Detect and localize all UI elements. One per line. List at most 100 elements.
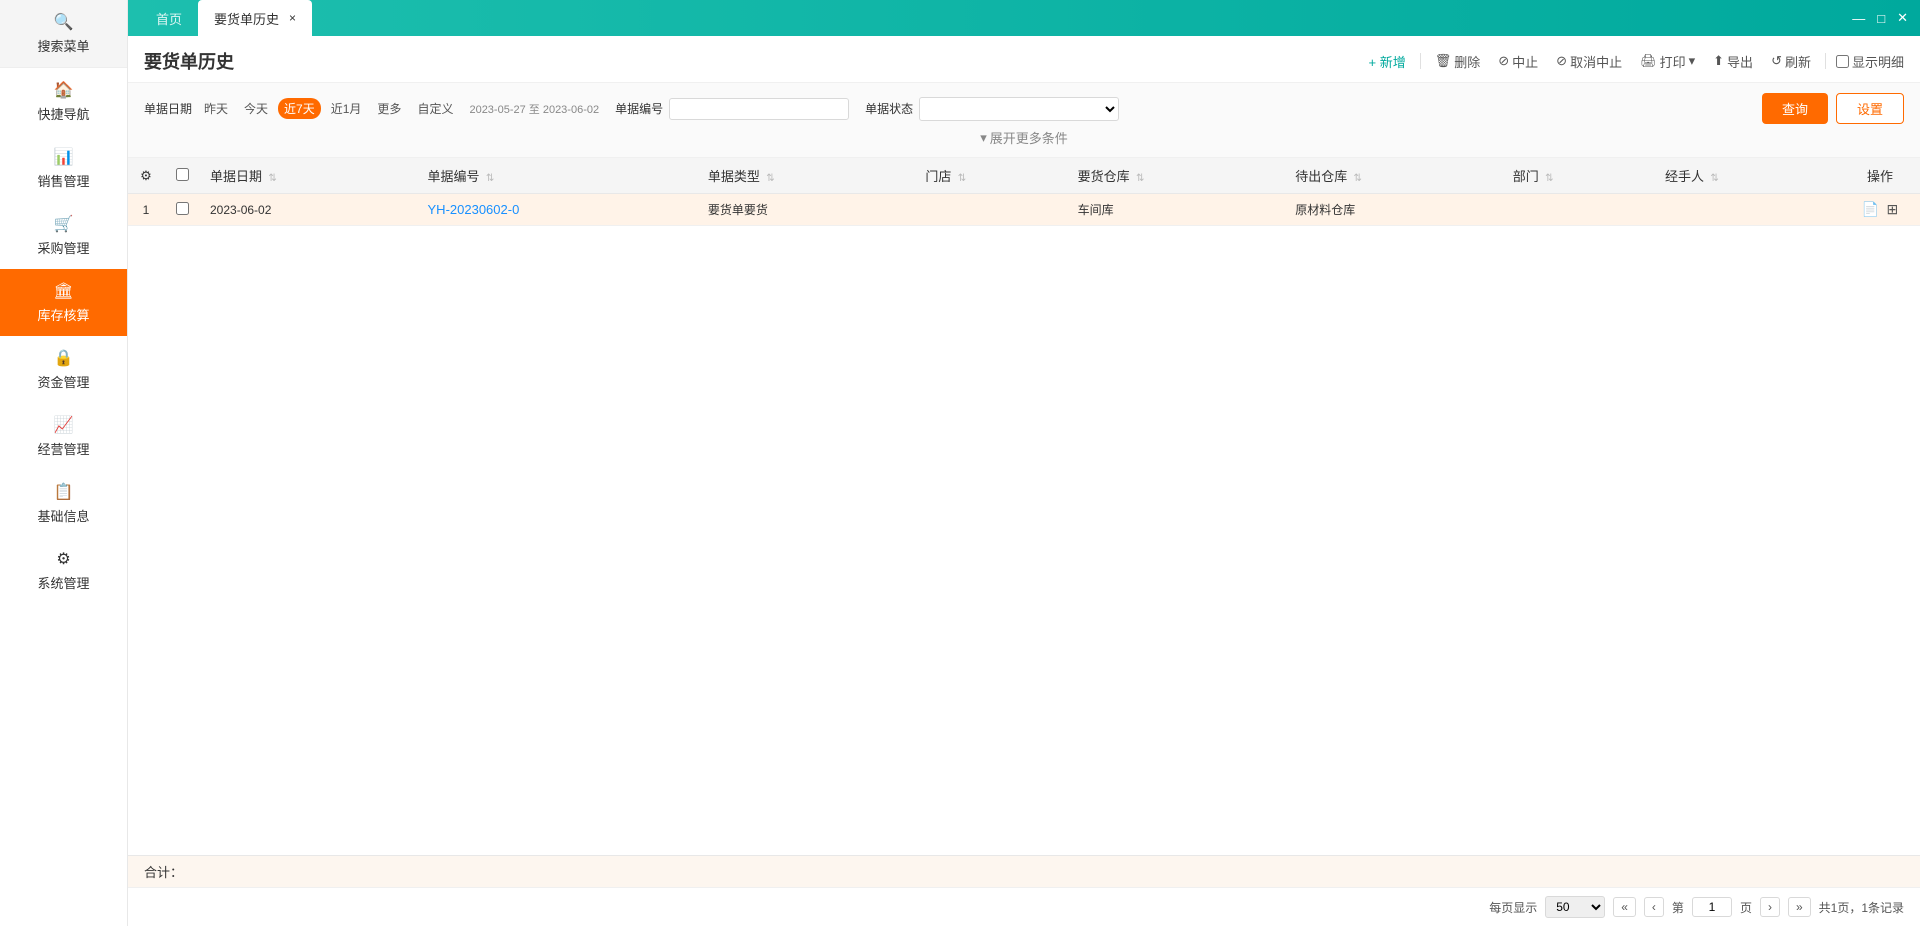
topbar: 首页 要货单历史 × — □ ✕ — [128, 0, 1920, 36]
display-detail-checkbox[interactable] — [1836, 55, 1849, 68]
number-sort-icon[interactable]: ⇅ — [486, 173, 494, 184]
filter-area: 单据日期 昨天 今天 近7天 近1月 更多 自定义 2023-05-27 至 2… — [128, 83, 1920, 158]
cancel-stop-btn-label: 取消中止 — [1570, 52, 1622, 71]
cancel-stop-button[interactable]: ⊘ 取消中止 — [1552, 50, 1626, 73]
type-sort-icon[interactable]: ⇅ — [766, 173, 774, 184]
row-number-link[interactable]: YH-20230602-0 — [428, 202, 520, 217]
setting-button[interactable]: 设置 — [1836, 93, 1904, 124]
close-btn[interactable]: ✕ — [1897, 10, 1908, 26]
per-page-select[interactable]: 50 100 200 — [1545, 896, 1605, 918]
filter-status: 单据状态 — [865, 97, 1119, 121]
sidebar-item-inventory[interactable]: 🏛 库存核算 — [0, 269, 127, 336]
sidebar-item-label: 库存核算 — [37, 305, 89, 324]
col-settings: ⚙ — [128, 158, 164, 194]
cancel-stop-icon: ⊘ — [1556, 53, 1567, 69]
sidebar-item-sales[interactable]: 📊 销售管理 — [0, 135, 127, 202]
row-date: 2023-06-02 — [200, 194, 418, 226]
print-button[interactable]: 🖨 打印 ▾ — [1636, 50, 1699, 73]
table-footer-summary: 合计： — [128, 855, 1920, 887]
row-dest-warehouse: 原材料仓库 — [1285, 194, 1503, 226]
next-page-btn[interactable]: › — [1760, 897, 1780, 917]
row-checkbox[interactable] — [176, 202, 189, 215]
sidebar-item-system[interactable]: ⚙ 系统管理 — [0, 537, 127, 604]
row-store — [915, 194, 1067, 226]
sidebar-item-search-menu[interactable]: 🔍 搜索菜单 — [0, 0, 127, 68]
status-filter-label: 单据状态 — [865, 100, 913, 117]
settings-icon[interactable]: ⚙ — [140, 168, 152, 183]
sidebar-item-quick-nav[interactable]: 🏠 快捷导航 — [0, 68, 127, 135]
date-btn-7days[interactable]: 近7天 — [278, 98, 321, 119]
dest-warehouse-sort-icon[interactable]: ⇅ — [1354, 173, 1362, 184]
maximize-btn[interactable]: □ — [1877, 11, 1885, 26]
tab-requisition-history[interactable]: 要货单历史 × — [198, 0, 312, 36]
date-btn-1month[interactable]: 近1月 — [325, 98, 368, 119]
row-edit-icon[interactable]: 📄 — [1862, 201, 1879, 217]
date-btn-custom[interactable]: 自定义 — [411, 98, 459, 119]
tab-close-icon[interactable]: × — [289, 11, 296, 25]
table-row: 1 2023-06-02 YH-20230602-0 要货单要货 车间库 原材料… — [128, 194, 1920, 226]
query-button[interactable]: 查询 — [1762, 93, 1828, 124]
select-all-checkbox[interactable] — [176, 168, 189, 181]
date-shortcuts: 昨天 今天 近7天 近1月 更多 自定义 — [198, 98, 459, 119]
chart-icon: 📊 — [54, 147, 74, 167]
cart-icon: 🛒 — [54, 214, 74, 234]
sidebar-item-finance[interactable]: 🔒 资金管理 — [0, 336, 127, 403]
date-btn-yesterday[interactable]: 昨天 — [198, 98, 234, 119]
page-number-input[interactable] — [1692, 897, 1732, 917]
export-button[interactable]: ⬆ 导出 — [1709, 50, 1757, 73]
row-handler — [1655, 194, 1840, 226]
store-sort-icon[interactable]: ⇅ — [958, 173, 966, 184]
delete-button[interactable]: 🗑 删除 — [1431, 50, 1485, 73]
expand-filter-button[interactable]: ▾ 展开更多条件 — [980, 128, 1068, 147]
date-range-display: 2023-05-27 至 2023-06-02 — [469, 101, 599, 117]
sidebar-item-label: 快捷导航 — [37, 104, 89, 123]
row-req-warehouse: 车间库 — [1068, 194, 1286, 226]
sidebar-item-operations[interactable]: 📈 经营管理 — [0, 403, 127, 470]
page-title: 要货单历史 — [144, 48, 234, 74]
minimize-btn[interactable]: — — [1852, 11, 1865, 26]
separator-2 — [1825, 53, 1826, 69]
dept-sort-icon[interactable]: ⇅ — [1545, 173, 1553, 184]
row-num: 1 — [128, 194, 164, 226]
display-detail-label: 显示明细 — [1852, 52, 1904, 71]
req-warehouse-sort-icon[interactable]: ⇅ — [1136, 173, 1144, 184]
stop-icon: ⊘ — [1498, 53, 1509, 69]
col-dept-header: 部门 ⇅ — [1503, 158, 1655, 194]
data-table: ⚙ 单据日期 ⇅ 单据编号 ⇅ — [128, 158, 1920, 226]
filter-row-1: 单据日期 昨天 今天 近7天 近1月 更多 自定义 2023-05-27 至 2… — [144, 93, 1904, 124]
date-btn-today[interactable]: 今天 — [238, 98, 274, 119]
first-page-btn[interactable]: « — [1613, 897, 1636, 917]
sidebar-item-purchase[interactable]: 🛒 采购管理 — [0, 202, 127, 269]
col-store-header: 门店 ⇅ — [915, 158, 1067, 194]
doc-number-input[interactable] — [669, 98, 849, 120]
page-prefix-label: 第 — [1672, 899, 1684, 916]
filter-doc-number: 单据编号 — [615, 98, 849, 120]
last-page-btn[interactable]: » — [1788, 897, 1811, 917]
new-button[interactable]: + 新增 — [1364, 50, 1409, 73]
delete-btn-label: 删除 — [1454, 52, 1480, 71]
prev-page-btn[interactable]: ‹ — [1644, 897, 1664, 917]
stop-button[interactable]: ⊘ 中止 — [1494, 50, 1542, 73]
col-req-warehouse-label: 要货仓库 — [1078, 169, 1130, 184]
date-btn-more[interactable]: 更多 — [371, 98, 407, 119]
row-more-icon[interactable]: ⊞ — [1887, 201, 1899, 217]
expand-row: ▾ 展开更多条件 — [144, 124, 1904, 151]
date-filter-label: 单据日期 — [144, 100, 192, 117]
refresh-button[interactable]: ↺ 刷新 — [1767, 50, 1815, 73]
col-handler-header: 经手人 ⇅ — [1655, 158, 1840, 194]
tab-home[interactable]: 首页 — [140, 0, 198, 36]
operations-icon: 📈 — [54, 415, 74, 435]
handler-sort-icon[interactable]: ⇅ — [1710, 173, 1718, 184]
col-date-header: 单据日期 ⇅ — [200, 158, 418, 194]
toolbar: + 新增 🗑 删除 ⊘ 中止 ⊘ 取消中止 🖨 打印 — [1364, 50, 1904, 73]
base-info-icon: 📋 — [54, 482, 74, 502]
col-req-warehouse-header: 要货仓库 ⇅ — [1068, 158, 1286, 194]
row-dept — [1503, 194, 1655, 226]
sidebar-item-base-info[interactable]: 📋 基础信息 — [0, 470, 127, 537]
col-ops-header: 操作 — [1840, 158, 1920, 194]
delete-icon: 🗑 — [1435, 53, 1452, 69]
display-detail-toggle[interactable]: 显示明细 — [1836, 52, 1904, 71]
refresh-btn-label: 刷新 — [1785, 52, 1811, 71]
status-select[interactable] — [919, 97, 1119, 121]
date-sort-icon[interactable]: ⇅ — [268, 173, 276, 184]
